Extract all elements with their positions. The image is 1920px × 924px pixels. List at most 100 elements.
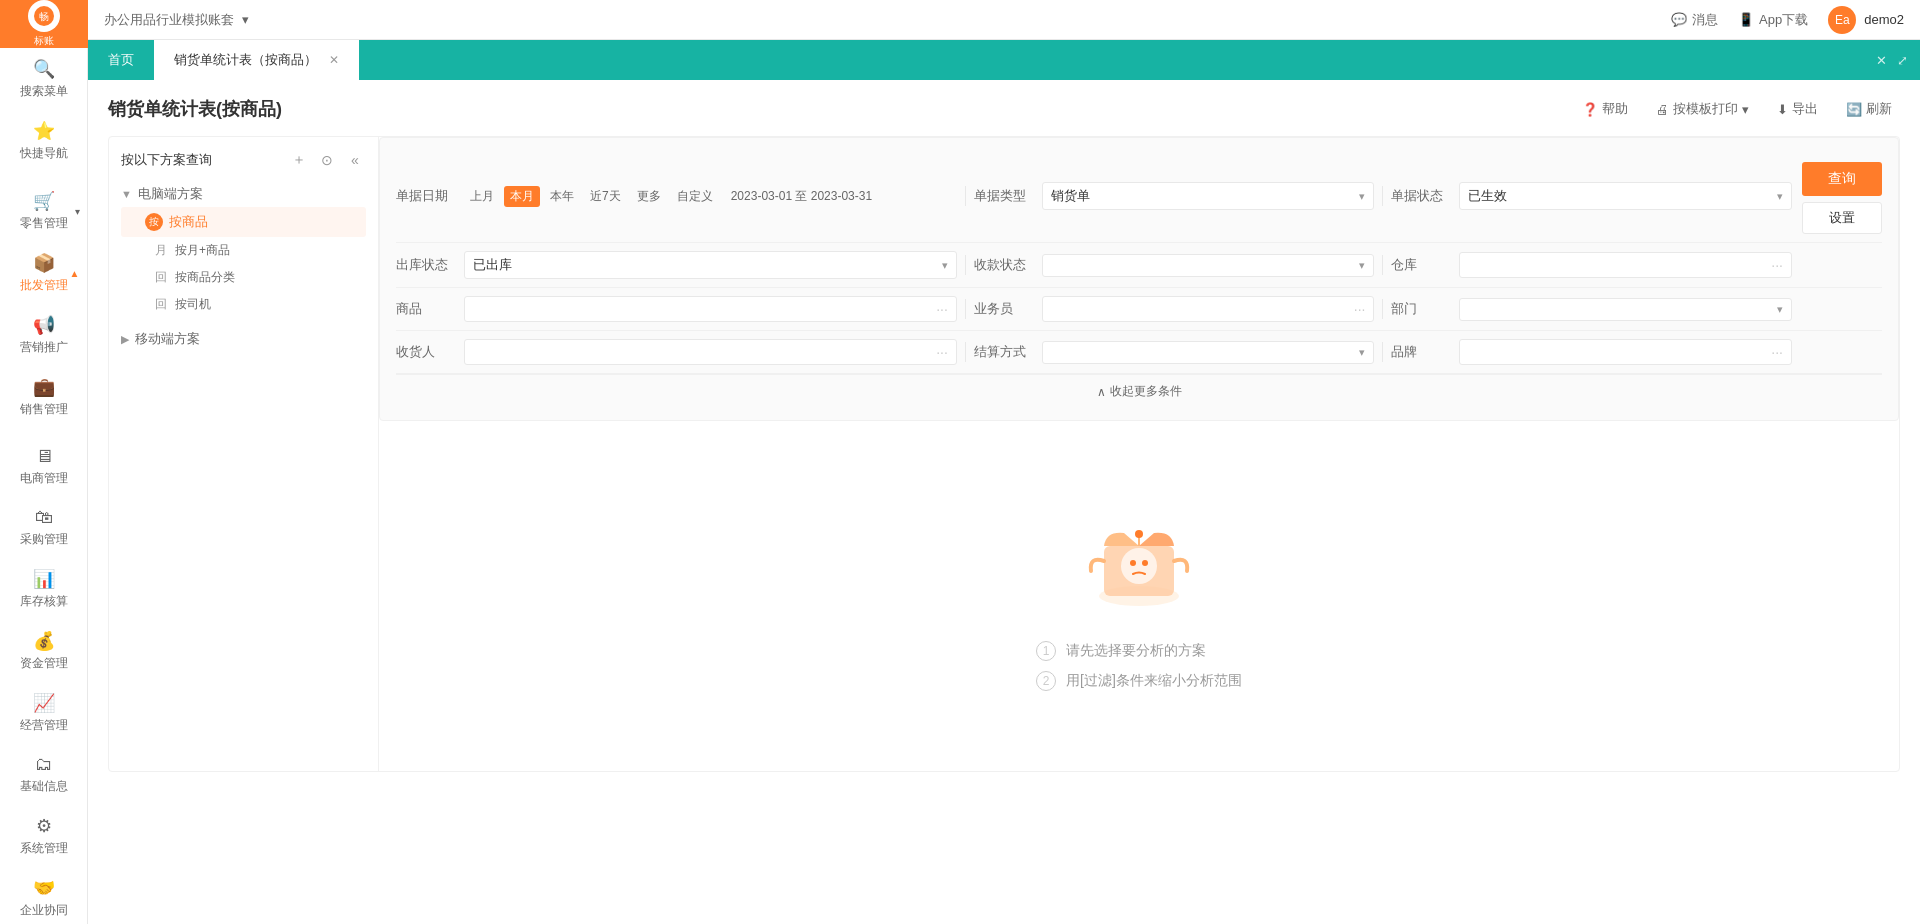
query-area: 单据日期 上月 本月 本年 近7天 更多 自定义 2023-03-01 至 20… [379,137,1899,771]
sidebar-item-sales[interactable]: 💼 销售管理 [0,366,88,428]
maximize-window-icon[interactable]: ⤢ [1897,53,1908,68]
sidebar-sales-label: 销售管理 [20,401,68,418]
collapse-bar[interactable]: ∧ 收起更多条件 [396,374,1882,408]
filter-item-collect-status: 收款状态 ▾ [974,254,1375,277]
sidebar-basic-label: 基础信息 [20,778,68,795]
sidebar-system-label: 系统管理 [20,840,68,857]
sidebar-item-search[interactable]: 🔍 搜索菜单 [0,48,88,110]
doc-status-select[interactable]: 已生效 ▾ [1459,182,1792,210]
sidebar-item-quick-nav[interactable]: ⭐ 快捷导航 [0,110,88,172]
date-btn-year[interactable]: 本年 [544,186,580,207]
enterprise-icon: 🤝 [33,877,55,899]
sidebar-item-purchase[interactable]: 🛍 采购管理 [0,497,88,558]
sidebar-logo-text: 标账 [34,34,54,48]
help-button[interactable]: ❓ 帮助 [1574,96,1636,122]
dept-select[interactable]: ▾ [1459,298,1792,321]
warehouse-input[interactable]: ··· [1459,252,1792,278]
product-dots[interactable]: ··· [936,301,948,317]
app-download-action[interactable]: 📱 App下载 [1738,11,1808,29]
settlement-select[interactable]: ▾ [1042,341,1375,364]
date-range: 2023-03-01 至 2023-03-31 [731,188,872,205]
filter-item-product: 商品 ··· [396,296,957,322]
date-btn-7days[interactable]: 近7天 [584,186,627,207]
date-btn-prev-month[interactable]: 上月 [464,186,500,207]
tab-sales-stat[interactable]: 销货单统计表（按商品） ✕ [154,40,359,80]
workspace-dropdown-icon[interactable]: ▾ [242,12,249,27]
scheme-item-by-product-label: 按商品 [169,213,208,231]
date-btn-more[interactable]: 更多 [631,186,667,207]
scheme-panel-actions: ＋ ⊙ « [288,149,366,171]
date-btn-cur-month[interactable]: 本月 [504,186,540,207]
tab-home[interactable]: 首页 [88,40,154,80]
export-button[interactable]: ⬇ 导出 [1769,96,1826,122]
out-status-select[interactable]: 已出库 ▾ [464,251,957,279]
recipient-input[interactable]: ··· [464,339,957,365]
recipient-dots[interactable]: ··· [936,344,948,360]
brand-input[interactable]: ··· [1459,339,1792,365]
date-btn-custom[interactable]: 自定义 [671,186,719,207]
page-title-bar: 销货单统计表(按商品) ❓ 帮助 🖨 按模板打印 ▾ ⬇ 导出 🔄 刷新 [108,96,1900,122]
tab-close-icon[interactable]: ✕ [329,53,339,67]
print-button[interactable]: 🖨 按模板打印 ▾ [1648,96,1757,122]
sidebar-item-retail[interactable]: 🛒 零售管理 ▾ [0,180,88,242]
scheme-category-mobile: ▶ 移动端方案 [121,326,366,352]
sidebar-item-marketing[interactable]: 📢 营销推广 [0,304,88,366]
collapse-label: 收起更多条件 [1110,383,1182,400]
divider-5 [965,299,966,319]
scheme-add-icon[interactable]: ＋ [288,149,310,171]
print-dropdown-icon[interactable]: ▾ [1742,102,1749,117]
settings-button[interactable]: 设置 [1802,202,1882,234]
retail-icon: 🛒 [33,190,55,212]
close-window-icon[interactable]: ✕ [1876,53,1887,68]
svg-text:畅: 畅 [39,11,49,22]
content-wrapper: 按以下方案查询 ＋ ⊙ « ▼ 电脑端方案 按 按商品 [108,136,1900,772]
wholesale-expand-icon: ▲ [70,268,80,279]
salesperson-dots[interactable]: ··· [1354,301,1366,317]
user-profile[interactable]: Ea demo2 [1828,6,1904,34]
sidebar-marketing-label: 营销推广 [20,339,68,356]
operations-icon: 📈 [33,692,55,714]
collapse-icon: ∧ [1097,385,1106,399]
scheme-category-desktop-header[interactable]: ▼ 电脑端方案 [121,181,366,207]
sidebar-item-basic[interactable]: 🗂 基础信息 [0,744,88,805]
brand-dots[interactable]: ··· [1771,344,1783,360]
scheme-item-by-month-product[interactable]: 月 按月+商品 [121,237,366,264]
filter-item-warehouse: 仓库 ··· [1391,252,1792,278]
query-button[interactable]: 查询 [1802,162,1882,196]
sidebar-item-finance[interactable]: 💰 资金管理 [0,620,88,682]
salesperson-input[interactable]: ··· [1042,296,1375,322]
filter-item-recipient: 收货人 ··· [396,339,957,365]
scheme-settings-icon[interactable]: ⊙ [316,149,338,171]
collect-status-select[interactable]: ▾ [1042,254,1375,277]
sidebar-item-wholesale[interactable]: 📦 批发管理 ▲ [0,242,88,304]
scheme-item-by-product[interactable]: 按 按商品 [121,207,366,237]
empty-state: 1 请先选择要分析的方案 2 用[过滤]条件来缩小分析范围 [379,421,1899,771]
sidebar-item-system[interactable]: ⚙ 系统管理 [0,805,88,867]
sidebar: 畅 标账 🔍 搜索菜单 ⭐ 快捷导航 🛒 零售管理 ▾ 📦 批发管理 ▲ 📢 营… [0,0,88,924]
doc-type-select[interactable]: 销货单 ▾ [1042,182,1375,210]
scheme-collapse-icon[interactable]: « [344,149,366,171]
sidebar-item-inventory[interactable]: 📊 库存核算 [0,558,88,620]
warehouse-dots[interactable]: ··· [1771,257,1783,273]
step-2-text: 用[过滤]条件来缩小分析范围 [1066,672,1242,690]
filter-item-dept: 部门 ▾ [1391,298,1792,321]
scheme-panel-title: 按以下方案查询 ＋ ⊙ « [121,149,366,171]
sidebar-item-enterprise[interactable]: 🤝 企业协同 [0,867,88,924]
sidebar-item-operations[interactable]: 📈 经营管理 [0,682,88,744]
sidebar-quick-nav-label: 快捷导航 [20,145,68,162]
sidebar-item-ecommerce[interactable]: 🖥 电商管理 [0,436,88,497]
scheme-item-by-driver[interactable]: 回 按司机 [121,291,366,318]
scheme-category-mobile-header[interactable]: ▶ 移动端方案 [121,326,366,352]
scheme-item-by-category[interactable]: 回 按商品分类 [121,264,366,291]
scheme-item-by-driver-label: 按司机 [175,296,211,313]
message-action[interactable]: 💬 消息 [1671,11,1718,29]
page-title: 销货单统计表(按商品) [108,97,282,121]
refresh-button[interactable]: 🔄 刷新 [1838,96,1900,122]
filter-item-salesperson: 业务员 ··· [974,296,1375,322]
product-input[interactable]: ··· [464,296,957,322]
sidebar-retail-label: 零售管理 [20,215,68,232]
product-label: 商品 [396,300,456,318]
export-label: 导出 [1792,100,1818,118]
logo[interactable]: 畅 标账 [0,0,88,48]
out-status-value: 已出库 [473,256,512,274]
